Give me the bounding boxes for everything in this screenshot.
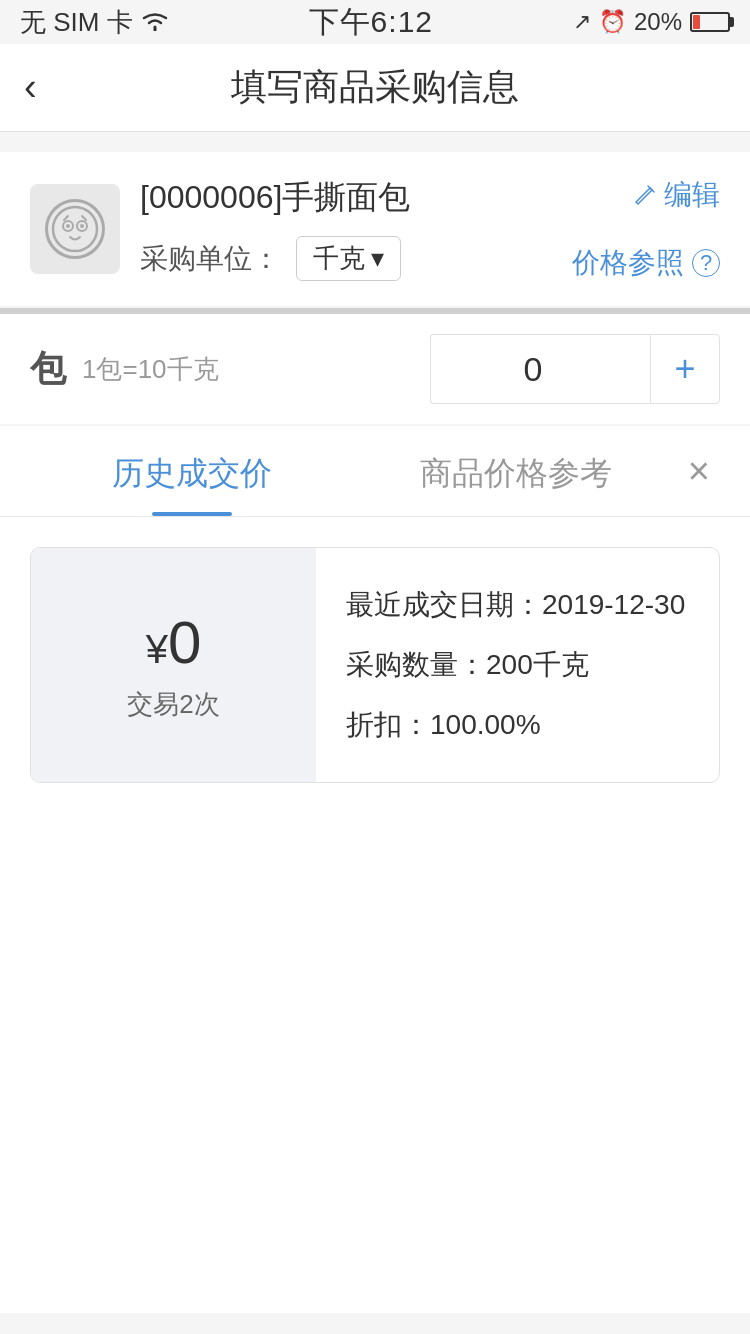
product-name: [0000006]手撕面包 bbox=[140, 176, 410, 220]
product-info: [0000006]手撕面包 采购单位： 千克 ▾ bbox=[140, 176, 410, 281]
discount-row: 折扣：100.00% bbox=[346, 704, 689, 746]
quantity-input-area: + bbox=[430, 334, 720, 404]
quantity-label: 包 1包=10千克 bbox=[30, 345, 219, 394]
price-ref-help-icon: ? bbox=[692, 249, 720, 277]
svg-point-3 bbox=[66, 224, 70, 228]
recent-date-label: 最近成交日期： bbox=[346, 589, 542, 620]
edit-icon bbox=[632, 182, 658, 208]
purchase-qty-label: 采购数量： bbox=[346, 649, 486, 680]
product-header: [0000006]手撕面包 采购单位： 千克 ▾ 编辑 价格参照 bbox=[30, 176, 720, 282]
quantity-plus-button[interactable]: + bbox=[650, 334, 720, 404]
price-symbol: ¥ bbox=[146, 627, 168, 671]
history-detail-right: 最近成交日期：2019-12-30 采购数量：200千克 折扣：100.00% bbox=[316, 548, 719, 782]
battery-percent: 20% bbox=[634, 8, 682, 36]
quantity-section: 包 1包=10千克 + bbox=[0, 308, 750, 424]
product-left: [0000006]手撕面包 采购单位： 千克 ▾ bbox=[30, 176, 410, 281]
purchase-qty-row: 采购数量：200千克 bbox=[346, 644, 689, 686]
tab-close-button[interactable]: × bbox=[678, 440, 720, 503]
unit-value: 千克 bbox=[313, 241, 365, 276]
location-icon: ↗ bbox=[573, 9, 591, 35]
nav-bar: ‹ 填写商品采购信息 bbox=[0, 44, 750, 132]
back-button[interactable]: ‹ bbox=[24, 66, 37, 109]
product-logo bbox=[45, 199, 105, 259]
svg-point-4 bbox=[80, 224, 84, 228]
product-actions: 编辑 价格参照 ? bbox=[572, 176, 720, 282]
wifi-icon bbox=[141, 7, 169, 38]
history-price-display: ¥0 bbox=[146, 608, 202, 677]
recent-date-value: 2019-12-30 bbox=[542, 589, 685, 620]
tab-row: 历史成交价 商品价格参考 × bbox=[0, 426, 750, 517]
product-unit-row: 采购单位： 千克 ▾ bbox=[140, 236, 410, 281]
status-bar: 无 SIM 卡 下午6:12 ↗ ⏰ 20% bbox=[0, 0, 750, 44]
price-ref-button[interactable]: 价格参照 ? bbox=[572, 244, 720, 282]
discount-label: 折扣： bbox=[346, 709, 430, 740]
history-price-left: ¥0 交易2次 bbox=[31, 548, 316, 782]
edit-label: 编辑 bbox=[664, 176, 720, 214]
quantity-conversion-text: 1包=10千克 bbox=[82, 352, 219, 387]
bottom-spacer bbox=[0, 813, 750, 1313]
svg-point-0 bbox=[53, 207, 97, 251]
price-ref-label: 价格参照 bbox=[572, 244, 684, 282]
history-price-card: ¥0 交易2次 最近成交日期：2019-12-30 采购数量：200千克 折扣：… bbox=[30, 547, 720, 783]
quantity-row: 包 1包=10千克 + bbox=[0, 314, 750, 424]
battery-icon bbox=[690, 12, 730, 32]
edit-button[interactable]: 编辑 bbox=[632, 176, 720, 214]
unit-label: 采购单位： bbox=[140, 240, 280, 278]
recent-date-row: 最近成交日期：2019-12-30 bbox=[346, 584, 689, 626]
carrier-text: 无 SIM 卡 bbox=[20, 5, 133, 40]
alarm-icon: ⏰ bbox=[599, 9, 626, 35]
trade-count-text: 交易2次 bbox=[127, 687, 219, 722]
product-image bbox=[30, 184, 120, 274]
price-value: 0 bbox=[168, 609, 201, 676]
dropdown-arrow-icon: ▾ bbox=[371, 243, 384, 274]
product-card: [0000006]手撕面包 采购单位： 千克 ▾ 编辑 价格参照 bbox=[0, 152, 750, 306]
tab-price-reference[interactable]: 商品价格参考 bbox=[354, 426, 678, 516]
quantity-input[interactable] bbox=[430, 334, 650, 404]
purchase-qty-value: 200千克 bbox=[486, 649, 589, 680]
quantity-unit-char: 包 bbox=[30, 345, 66, 394]
tab-history-price[interactable]: 历史成交价 bbox=[30, 426, 354, 516]
unit-select-dropdown[interactable]: 千克 ▾ bbox=[296, 236, 401, 281]
discount-value: 100.00% bbox=[430, 709, 541, 740]
status-left: 无 SIM 卡 bbox=[20, 5, 169, 40]
page-title: 填写商品采购信息 bbox=[231, 63, 519, 112]
bottom-panel: 历史成交价 商品价格参考 × ¥0 交易2次 最近成交日期：2019-12-30… bbox=[0, 426, 750, 1313]
status-right: ↗ ⏰ 20% bbox=[573, 8, 730, 36]
time-display: 下午6:12 bbox=[309, 2, 433, 43]
